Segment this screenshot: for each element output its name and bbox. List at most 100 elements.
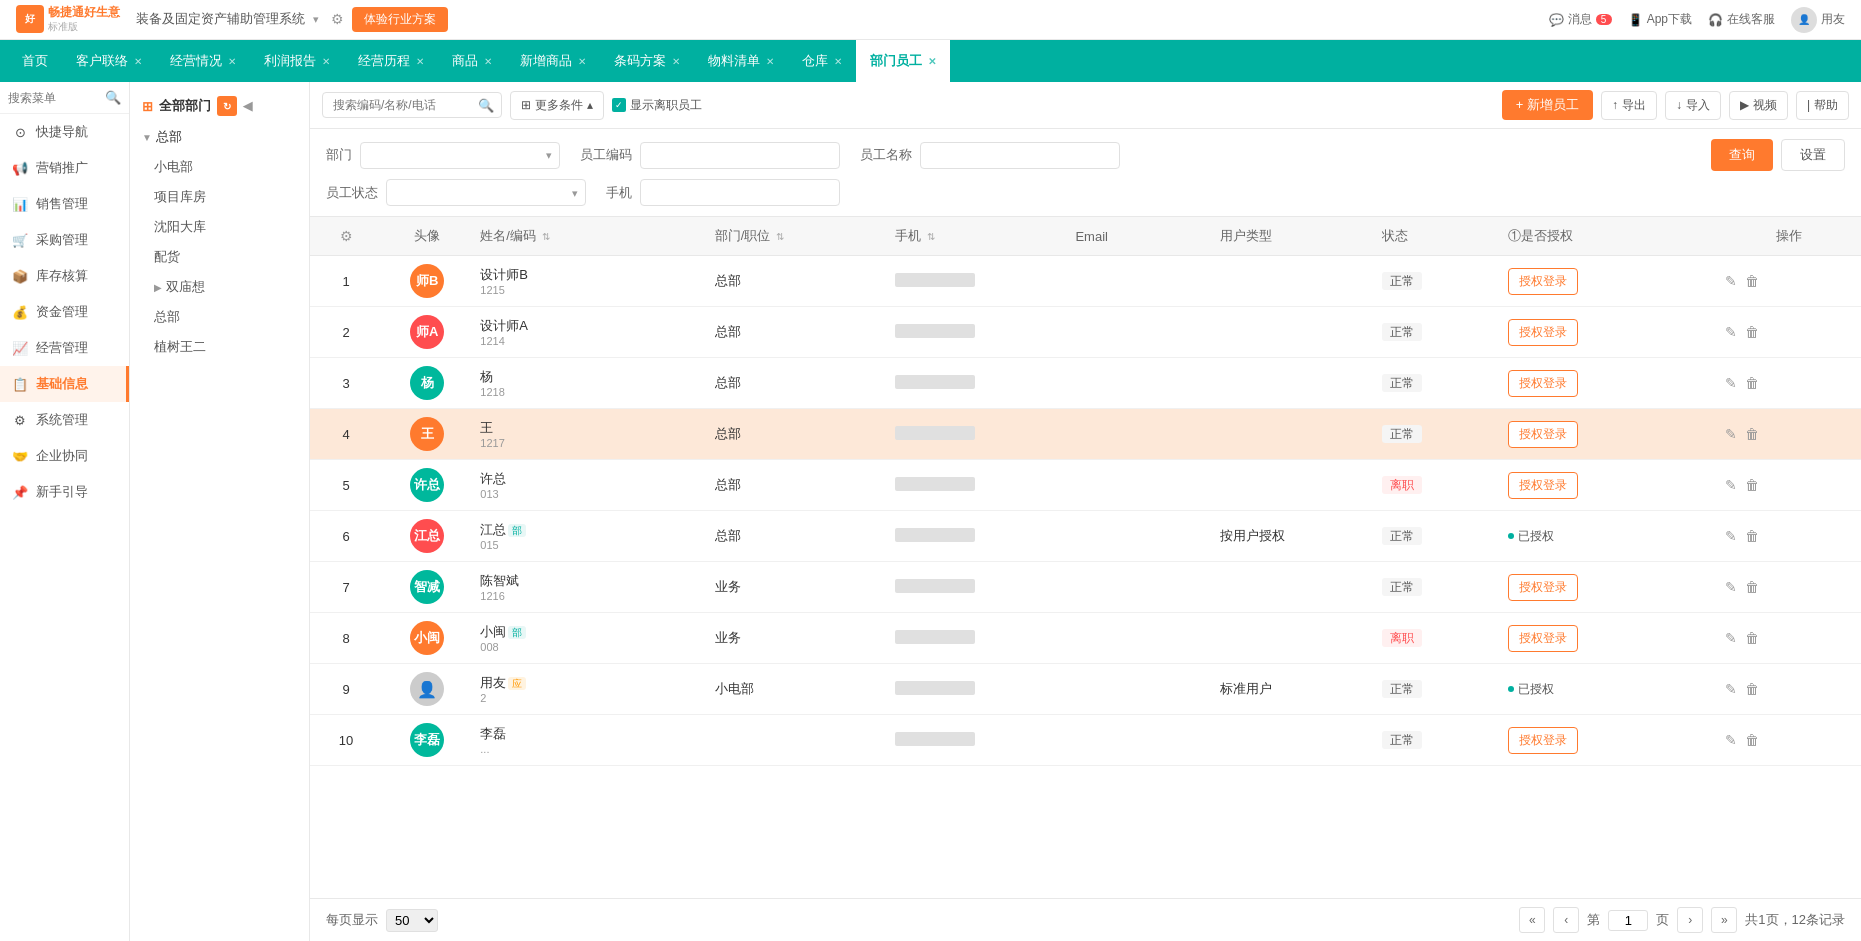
- sidebar-item-guide[interactable]: 📌 新手引导: [0, 474, 129, 510]
- app-download-item[interactable]: 📱 App下载: [1628, 11, 1692, 28]
- last-page-btn[interactable]: »: [1711, 907, 1737, 933]
- auth-button[interactable]: 授权登录: [1508, 370, 1578, 397]
- add-employee-btn[interactable]: + 新增员工: [1502, 90, 1593, 120]
- user-item[interactable]: 👤 用友: [1791, 7, 1845, 33]
- import-btn[interactable]: ↓ 导入: [1665, 91, 1721, 120]
- sort-icon-dept[interactable]: ⇅: [776, 231, 784, 242]
- prev-page-btn[interactable]: ‹: [1553, 907, 1579, 933]
- view-btn[interactable]: ▶ 视频: [1729, 91, 1788, 120]
- edit-icon[interactable]: ✎: [1725, 426, 1737, 442]
- dept-item-general[interactable]: ▼ 总部: [130, 122, 309, 152]
- close-icon[interactable]: ✕: [416, 56, 424, 67]
- close-icon[interactable]: ✕: [228, 56, 236, 67]
- set-btn[interactable]: 设置: [1781, 139, 1845, 171]
- dropdown-arrow[interactable]: ▾: [313, 13, 319, 26]
- message-item[interactable]: 💬 消息 5: [1549, 11, 1612, 28]
- nav-item-home[interactable]: 首页: [8, 40, 62, 82]
- employee-code-input[interactable]: [640, 142, 840, 169]
- dept-item-distribution[interactable]: 配货: [130, 242, 309, 272]
- edit-icon[interactable]: ✎: [1725, 630, 1737, 646]
- delete-icon[interactable]: 🗑: [1745, 273, 1759, 289]
- delete-icon[interactable]: 🗑: [1745, 375, 1759, 391]
- nav-item-history[interactable]: 经营历程 ✕: [344, 40, 438, 82]
- nav-item-goods[interactable]: 商品 ✕: [438, 40, 506, 82]
- auth-button[interactable]: 授权登录: [1508, 268, 1578, 295]
- search-btn[interactable]: 查询: [1711, 139, 1773, 171]
- delete-icon[interactable]: 🗑: [1745, 477, 1759, 493]
- edit-icon[interactable]: ✎: [1725, 477, 1737, 493]
- close-icon-active[interactable]: ✕: [928, 56, 936, 67]
- auth-button[interactable]: 授权登录: [1508, 319, 1578, 346]
- sidebar-item-system[interactable]: ⚙ 系统管理: [0, 402, 129, 438]
- close-icon[interactable]: ✕: [672, 56, 680, 67]
- sidebar-item-sales[interactable]: 📊 销售管理: [0, 186, 129, 222]
- edit-icon[interactable]: ✎: [1725, 732, 1737, 748]
- nav-item-profit[interactable]: 利润报告 ✕: [250, 40, 344, 82]
- auth-button[interactable]: 授权登录: [1508, 472, 1578, 499]
- dept-item-zhishu[interactable]: 植树王二: [130, 332, 309, 362]
- sidebar-item-purchase[interactable]: 🛒 采购管理: [0, 222, 129, 258]
- delete-icon[interactable]: 🗑: [1745, 324, 1759, 340]
- nav-item-operation[interactable]: 经营情况 ✕: [156, 40, 250, 82]
- first-page-btn[interactable]: «: [1519, 907, 1545, 933]
- sort-icon-name[interactable]: ⇅: [542, 231, 550, 242]
- dept-item-project[interactable]: 项目库房: [130, 182, 309, 212]
- close-icon[interactable]: ✕: [322, 56, 330, 67]
- dept-refresh-btn[interactable]: ↻: [217, 96, 237, 116]
- nav-item-employees[interactable]: 部门员工 ✕: [856, 40, 950, 82]
- close-icon[interactable]: ✕: [834, 56, 842, 67]
- edit-icon[interactable]: ✎: [1725, 273, 1737, 289]
- edit-icon[interactable]: ✎: [1725, 324, 1737, 340]
- sort-icon-phone[interactable]: ⇅: [927, 231, 935, 242]
- export-btn[interactable]: ↑ 导出: [1601, 91, 1657, 120]
- phone-input[interactable]: [640, 179, 840, 206]
- next-page-btn[interactable]: ›: [1677, 907, 1703, 933]
- auth-button[interactable]: 授权登录: [1508, 421, 1578, 448]
- dept-select[interactable]: [360, 142, 560, 169]
- dept-item-shuangmiao[interactable]: ▶ 双庙想: [130, 272, 309, 302]
- close-icon[interactable]: ✕: [766, 56, 774, 67]
- sidebar-item-finance[interactable]: 💰 资金管理: [0, 294, 129, 330]
- nav-item-add-goods[interactable]: 新增商品 ✕: [506, 40, 600, 82]
- sidebar-item-management[interactable]: 📈 经营管理: [0, 330, 129, 366]
- delete-icon[interactable]: 🗑: [1745, 630, 1759, 646]
- nav-item-warehouse[interactable]: 仓库 ✕: [788, 40, 856, 82]
- edit-icon[interactable]: ✎: [1725, 681, 1737, 697]
- trial-button[interactable]: 体验行业方案: [352, 7, 448, 32]
- per-page-select[interactable]: 50 100: [386, 909, 438, 932]
- sidebar-item-marketing[interactable]: 📢 营销推广: [0, 150, 129, 186]
- auth-button[interactable]: 授权登录: [1508, 727, 1578, 754]
- delete-icon[interactable]: 🗑: [1745, 528, 1759, 544]
- nav-item-customer[interactable]: 客户联络 ✕: [62, 40, 156, 82]
- dept-item-xiaodibu[interactable]: 小电部: [130, 152, 309, 182]
- sidebar-item-inventory[interactable]: 📦 库存核算: [0, 258, 129, 294]
- delete-icon[interactable]: 🗑: [1745, 732, 1759, 748]
- nav-item-barcode[interactable]: 条码方案 ✕: [600, 40, 694, 82]
- dept-item-zongbu[interactable]: 总部: [130, 302, 309, 332]
- edit-icon[interactable]: ✎: [1725, 375, 1737, 391]
- show-resigned-toggle[interactable]: ✓ 显示离职员工: [612, 97, 702, 114]
- delete-icon[interactable]: 🗑: [1745, 681, 1759, 697]
- status-select[interactable]: [386, 179, 586, 206]
- delete-icon[interactable]: 🗑: [1745, 426, 1759, 442]
- table-settings-icon[interactable]: ⚙: [340, 228, 353, 244]
- edit-icon[interactable]: ✎: [1725, 579, 1737, 595]
- auth-button[interactable]: 授权登录: [1508, 625, 1578, 652]
- help-btn[interactable]: | 帮助: [1796, 91, 1849, 120]
- sidebar-item-basic-info[interactable]: 📋 基础信息: [0, 366, 129, 402]
- close-icon[interactable]: ✕: [578, 56, 586, 67]
- auth-button[interactable]: 授权登录: [1508, 574, 1578, 601]
- dept-collapse-btn[interactable]: ◀: [243, 99, 252, 113]
- more-filter-btn[interactable]: ⊞ 更多条件 ▴: [510, 91, 604, 120]
- sidebar-search-input[interactable]: [8, 91, 101, 105]
- delete-icon[interactable]: 🗑: [1745, 579, 1759, 595]
- close-icon[interactable]: ✕: [134, 56, 142, 67]
- edit-icon[interactable]: ✎: [1725, 528, 1737, 544]
- dept-item-shenyang[interactable]: 沈阳大库: [130, 212, 309, 242]
- sidebar-item-quick-nav[interactable]: ⊙ 快捷导航: [0, 114, 129, 150]
- employee-name-input[interactable]: [920, 142, 1120, 169]
- nav-item-bom[interactable]: 物料清单 ✕: [694, 40, 788, 82]
- page-number-input[interactable]: [1608, 910, 1648, 931]
- sidebar-item-collab[interactable]: 🤝 企业协同: [0, 438, 129, 474]
- close-icon[interactable]: ✕: [484, 56, 492, 67]
